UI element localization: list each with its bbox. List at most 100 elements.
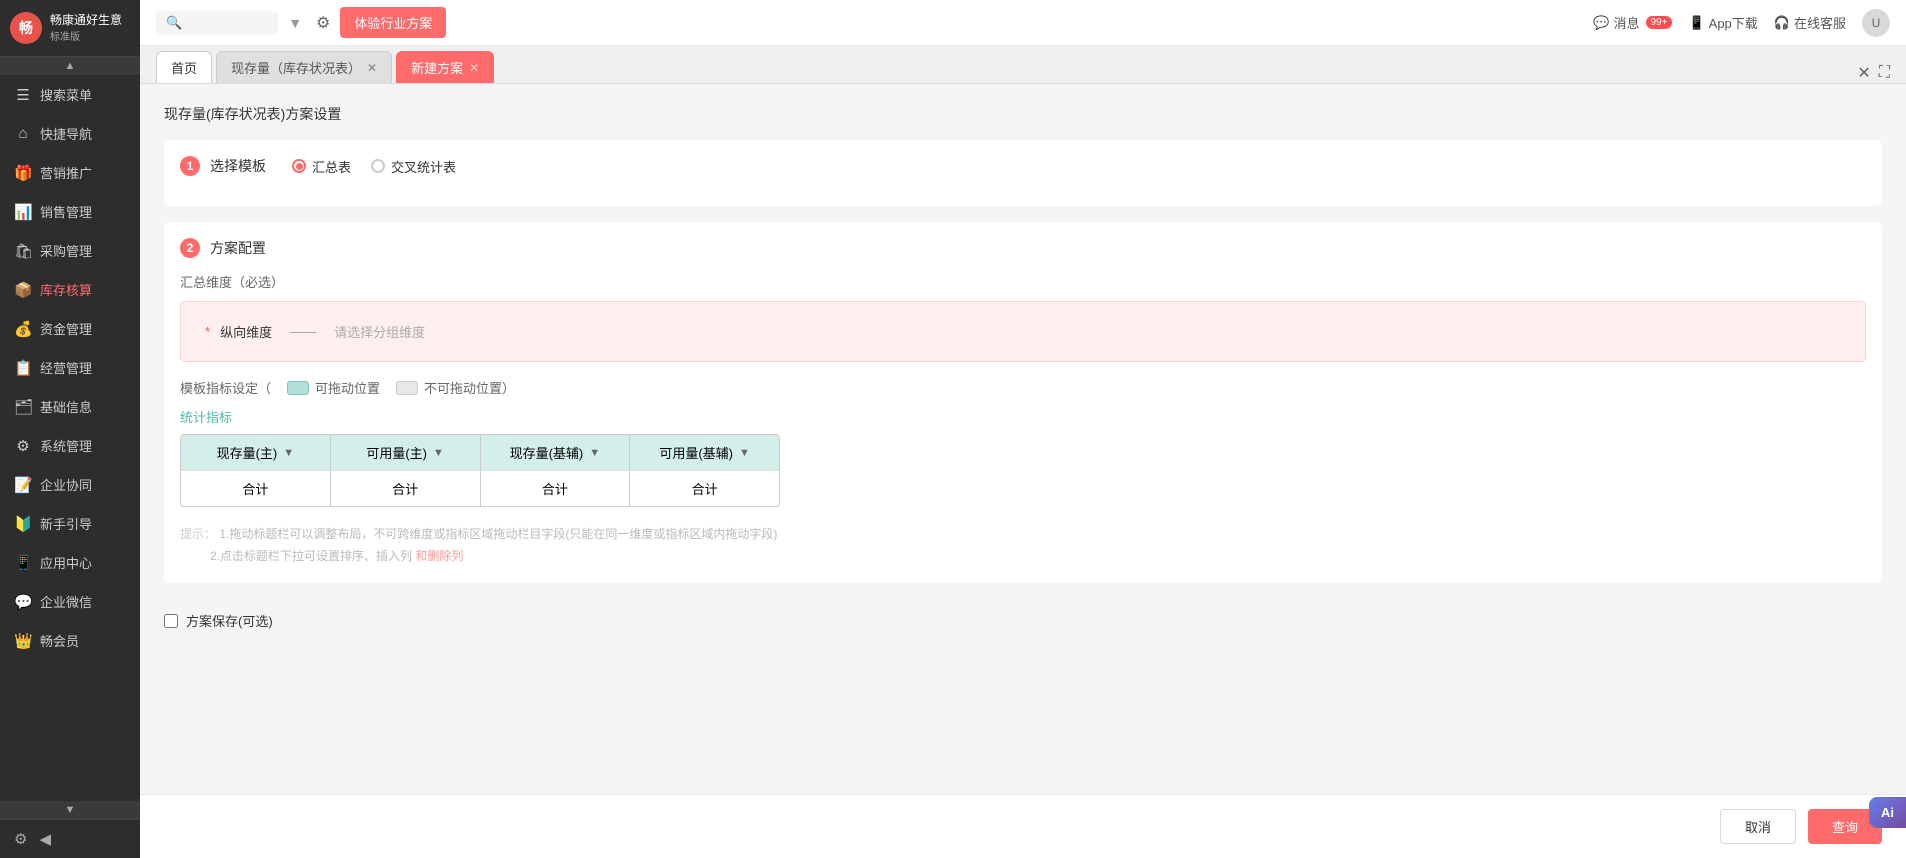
app-download-btn[interactable]: 📱 App下载 <box>1688 13 1757 32</box>
save-scheme-row: 方案保存(可选) <box>164 599 1882 642</box>
stats-col1-sub: 合计 <box>242 479 268 498</box>
step2-title: 方案配置 <box>210 238 266 258</box>
message-label: 消息 <box>1613 13 1639 32</box>
sidebar-scroll-down[interactable]: ▼ <box>0 801 140 819</box>
step1-block: 1 选择模板 汇总表 交叉统计表 <box>164 140 1882 206</box>
sidebar-item-quick-nav[interactable]: ⌂ 快捷导航 <box>0 114 140 153</box>
new-guide-icon: 🔰 <box>14 515 32 533</box>
sidebar-item-new-guide[interactable]: 🔰 新手引导 <box>0 504 140 543</box>
sidebar-item-app-center[interactable]: 📱 应用中心 <box>0 543 140 582</box>
stats-col3-dropdown-icon[interactable]: ▼ <box>589 447 600 459</box>
finance-icon: 💰 <box>14 320 32 338</box>
stats-col2-dropdown-icon[interactable]: ▼ <box>433 447 444 459</box>
stats-col1-header[interactable]: 现存量(主) ▼ <box>181 435 331 470</box>
window-controls: ✕ ⛶ <box>1857 63 1890 83</box>
tabbar: 首页 现存量（库存状况表） ✕ 新建方案 ✕ ✕ ⛶ <box>140 46 1906 84</box>
footer-collapse-icon[interactable]: ◀ <box>39 830 51 848</box>
close-window-icon[interactable]: ✕ <box>1857 63 1870 83</box>
online-service-btn[interactable]: 🎧 在线客服 <box>1774 13 1846 32</box>
tips-section: 提示： 1.拖动标题栏可以调整布局，不可跨维度或指标区域拖动栏目字段(只能在同一… <box>180 524 1866 567</box>
required-star: * <box>205 324 210 339</box>
stats-col4-sub: 合计 <box>692 479 718 498</box>
topbar: 🔍 ▼ ⚙ 体验行业方案 💬 消息 99+ 📱 App下载 🎧 在线客服 U <box>140 0 1906 46</box>
tab-inventory-close-icon[interactable]: ✕ <box>367 61 377 75</box>
app-download-icon: 📱 <box>1688 15 1704 31</box>
sidebar-item-sales[interactable]: 📊 销售管理 <box>0 192 140 231</box>
sidebar-label-enterprise: 企业协同 <box>40 475 92 494</box>
logo-icon: 畅 <box>10 12 42 44</box>
stats-col1-dropdown-icon[interactable]: ▼ <box>283 447 294 459</box>
bottom-bar: 取消 查询 <box>140 794 1906 858</box>
user-avatar[interactable]: U <box>1862 9 1890 37</box>
dropdown-arrow-icon[interactable]: ▼ <box>288 15 302 31</box>
sidebar-item-member[interactable]: 👑 畅会员 <box>0 621 140 660</box>
page-title: 现存量(库存状况表)方案设置 <box>164 104 1882 124</box>
tab-inventory-status[interactable]: 现存量（库存状况表） ✕ <box>216 51 392 83</box>
stats-col2-header[interactable]: 可用量(主) ▼ <box>331 435 481 470</box>
sidebar-label-sales: 销售管理 <box>40 202 92 221</box>
radio-cross[interactable]: 交叉统计表 <box>371 157 456 176</box>
marketing-icon: 🎁 <box>14 164 32 182</box>
stats-col4-header[interactable]: 可用量(基辅) ▼ <box>630 435 779 470</box>
sidebar-item-inventory[interactable]: 📦 库存核算 <box>0 270 140 309</box>
tab-home-label: 首页 <box>171 58 197 77</box>
sidebar-item-system[interactable]: ⚙ 系统管理 <box>0 426 140 465</box>
system-icon: ⚙ <box>14 437 32 455</box>
sidebar-nav: ☰ 搜索菜单 ⌂ 快捷导航 🎁 营销推广 📊 销售管理 🛍 采购管理 📦 库存核… <box>0 75 140 801</box>
step2-num: 2 <box>180 238 200 258</box>
draggable-label: 可拖动位置 <box>315 378 380 397</box>
expand-window-icon[interactable]: ⛶ <box>1879 64 1890 82</box>
draggable-box <box>287 381 309 395</box>
search-box[interactable]: 🔍 <box>156 11 278 35</box>
tab-new-scheme[interactable]: 新建方案 ✕ <box>396 51 494 83</box>
stats-col4-dropdown-icon[interactable]: ▼ <box>739 447 750 459</box>
sidebar-item-finance[interactable]: 💰 资金管理 <box>0 309 140 348</box>
cancel-button[interactable]: 取消 <box>1720 809 1796 844</box>
sidebar-label-operations: 经营管理 <box>40 358 92 377</box>
sidebar-item-marketing[interactable]: 🎁 营销推广 <box>0 153 140 192</box>
sidebar-item-wechat[interactable]: 💬 企业微信 <box>0 582 140 621</box>
sidebar-item-purchase[interactable]: 🛍 采购管理 <box>0 231 140 270</box>
main-area: 🔍 ▼ ⚙ 体验行业方案 💬 消息 99+ 📱 App下载 🎧 在线客服 U <box>140 0 1906 858</box>
topbar-settings-icon[interactable]: ⚙ <box>316 13 330 33</box>
sidebar-item-base-info[interactable]: 🗂 基础信息 <box>0 387 140 426</box>
indicators-setting-label: 模板指标设定（ <box>180 378 271 397</box>
stats-data-row: 合计 合计 合计 合计 <box>181 470 779 506</box>
footer-settings-icon[interactable]: ⚙ <box>14 830 27 848</box>
sidebar-label-baseinfo: 基础信息 <box>40 397 92 416</box>
base-info-icon: 🗂 <box>14 398 32 416</box>
search-input[interactable] <box>188 16 268 30</box>
sidebar-item-search-menu[interactable]: ☰ 搜索菜单 <box>0 75 140 114</box>
tips-item2-highlight: 和删除列 <box>415 549 463 563</box>
not-draggable-label: 不可拖动位置） <box>424 378 515 397</box>
sidebar-item-operations[interactable]: 📋 经营管理 <box>0 348 140 387</box>
radio-summary[interactable]: 汇总表 <box>292 157 351 176</box>
search-menu-icon: ☰ <box>14 86 32 104</box>
sidebar-item-enterprise[interactable]: 📝 企业协同 <box>0 465 140 504</box>
tips-item1: 1.拖动标题栏可以调整布局，不可跨维度或指标区域拖动栏目字段(只能在同一维度或指… <box>219 527 777 541</box>
tab-new-scheme-close-icon[interactable]: ✕ <box>469 61 479 75</box>
not-draggable-legend: 不可拖动位置） <box>396 378 515 397</box>
stats-section-label: 统计指标 <box>180 407 1866 426</box>
dimension-placeholder[interactable]: 请选择分组维度 <box>334 322 425 341</box>
message-icon: 💬 <box>1593 15 1609 31</box>
sidebar-label-appcenter: 应用中心 <box>40 553 92 572</box>
trial-btn[interactable]: 体验行业方案 <box>340 7 446 38</box>
stats-col3-header[interactable]: 现存量(基辅) ▼ <box>481 435 631 470</box>
app-badge: 标准版 <box>50 28 122 43</box>
stats-col2-label: 可用量(主) <box>366 443 427 462</box>
save-scheme-checkbox[interactable] <box>164 614 178 628</box>
content-area: 现存量(库存状况表)方案设置 1 选择模板 汇总表 交叉统计表 <box>140 84 1906 794</box>
tab-home[interactable]: 首页 <box>156 51 212 83</box>
message-btn[interactable]: 💬 消息 99+ <box>1593 13 1672 32</box>
sidebar-scroll-up[interactable]: ▲ <box>0 57 140 75</box>
topbar-right: 💬 消息 99+ 📱 App下载 🎧 在线客服 U <box>1593 9 1890 37</box>
tips-item2-prefix: 2.点击标题栏下拉可设置排序、插入列 <box>210 549 412 563</box>
app-name: 畅康通好生意 <box>50 13 122 29</box>
ai-float-button[interactable]: Ai <box>1869 797 1906 828</box>
sidebar-label-search: 搜索菜单 <box>40 85 92 104</box>
sidebar-label-system: 系统管理 <box>40 436 92 455</box>
sidebar-footer: ⚙ ◀ <box>0 819 140 858</box>
stats-col3-data: 合计 <box>481 471 631 506</box>
sidebar-label-member: 畅会员 <box>40 631 79 650</box>
